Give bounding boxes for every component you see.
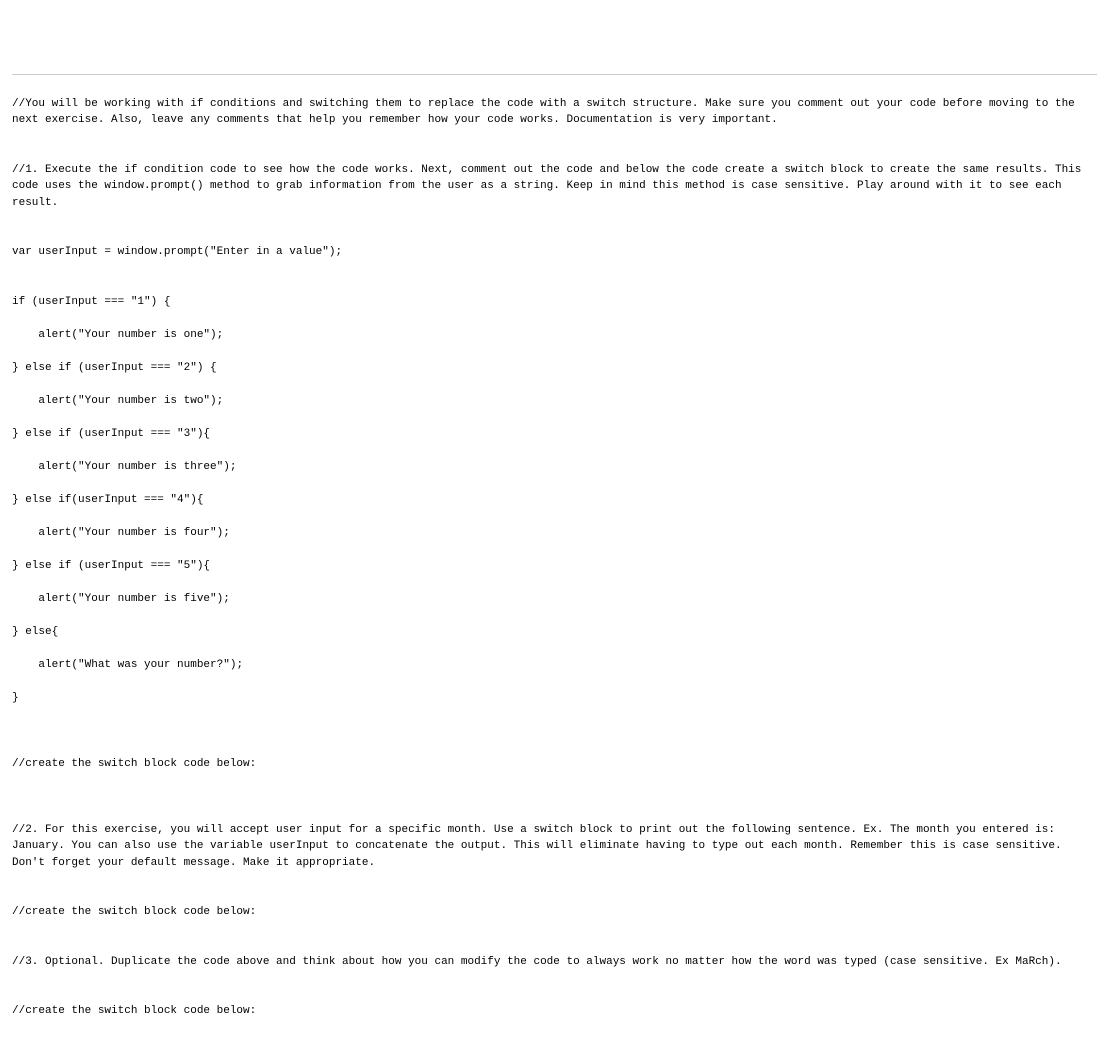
- code-line: } else if (userInput === "3"){: [12, 426, 1097, 443]
- code-line: } else if (userInput === "2") {: [12, 360, 1097, 377]
- code-line: //2. For this exercise, you will accept …: [12, 822, 1097, 872]
- code-line: }: [12, 690, 1097, 707]
- code-line: alert("Your number is one");: [12, 327, 1097, 344]
- code-line: //create the switch block code below:: [12, 904, 1097, 921]
- code-line: var userInput = window.prompt("Enter in …: [12, 244, 1097, 261]
- code-line: //create the switch block code below:: [12, 756, 1097, 773]
- code-line: } else if(userInput === "4"){: [12, 492, 1097, 509]
- code-line: //You will be working with if conditions…: [12, 96, 1097, 129]
- code-line: //1. Execute the if condition code to se…: [12, 162, 1097, 212]
- code-line: alert("Your number is three");: [12, 459, 1097, 476]
- code-line: alert("What was your number?");: [12, 657, 1097, 674]
- code-line: alert("Your number is five");: [12, 591, 1097, 608]
- code-line: //create the switch block code below:: [12, 1003, 1097, 1020]
- code-line: } else{: [12, 624, 1097, 641]
- code-line: alert("Your number is two");: [12, 393, 1097, 410]
- code-line: alert("Your number is four");: [12, 525, 1097, 542]
- code-line: } else if (userInput === "5"){: [12, 558, 1097, 575]
- top-divider: [12, 74, 1097, 75]
- code-line: //3. Optional. Duplicate the code above …: [12, 954, 1097, 971]
- code-line: if (userInput === "1") {: [12, 294, 1097, 311]
